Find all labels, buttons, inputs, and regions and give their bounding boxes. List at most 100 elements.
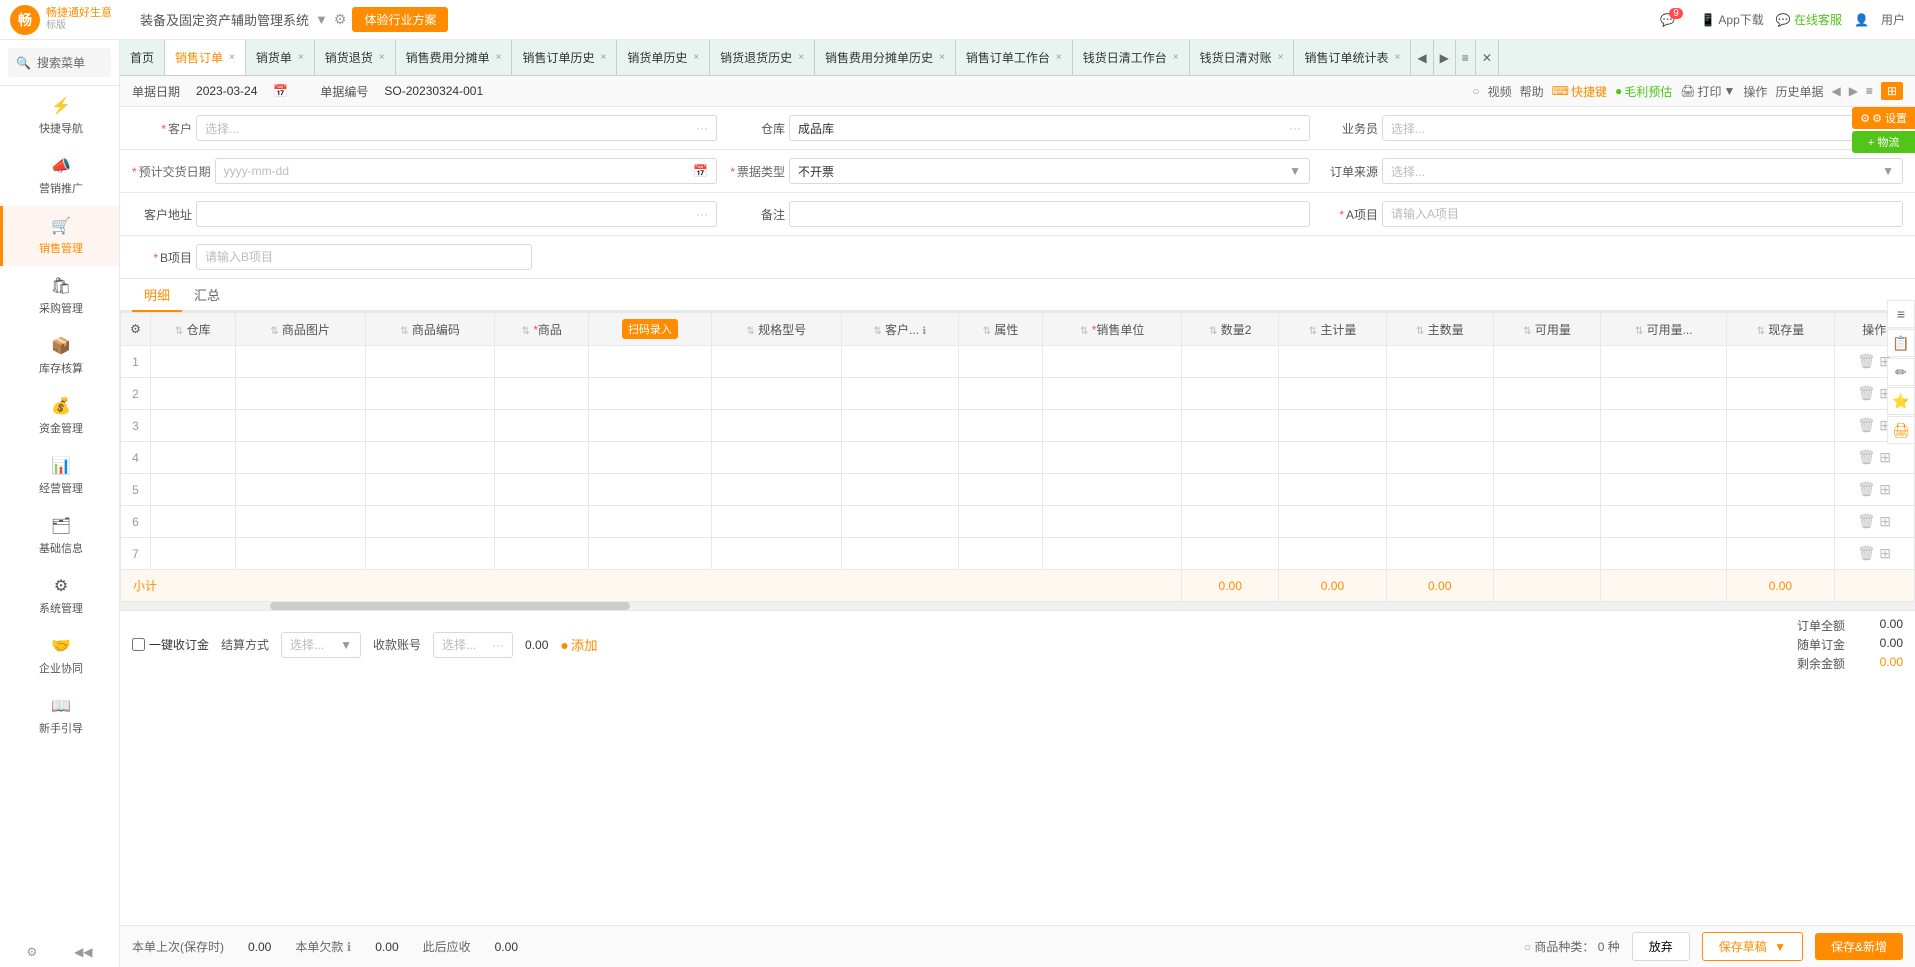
row-delete-btn[interactable]: 🗑	[1858, 417, 1876, 434]
tab-daily-account-close[interactable]: ×	[1278, 52, 1284, 63]
sidebar-item-sales[interactable]: 🛒 销售管理	[0, 206, 119, 266]
col-product[interactable]: ⇅ *商品	[495, 313, 588, 346]
print-btn[interactable]: 🖨 打印 ▼	[1680, 83, 1735, 100]
operate-btn[interactable]: 操作	[1743, 83, 1767, 100]
row-delete-btn[interactable]: 🗑	[1858, 385, 1876, 402]
col-image[interactable]: ⇅ 商品图片	[235, 313, 365, 346]
tab-stats-close[interactable]: ×	[1394, 52, 1400, 63]
add-item-btn[interactable]: ● 添加	[560, 635, 597, 654]
staff-input[interactable]: 选择... ···	[1382, 115, 1903, 141]
sidebar-item-marketing[interactable]: 📣 营销推广	[0, 146, 119, 206]
right-panel-btn-3[interactable]: ✏	[1887, 358, 1915, 386]
row-copy-btn[interactable]: ⊞	[1879, 545, 1891, 562]
search-menu-btn[interactable]: 🔍 搜索菜单	[8, 48, 111, 77]
col-available2[interactable]: ⇅ 可用量...	[1601, 313, 1727, 346]
row-copy-btn[interactable]: ⊞	[1879, 513, 1891, 530]
tab-sales-invoice[interactable]: 销货单 ×	[246, 40, 315, 76]
sidebar-collapse-icon[interactable]: ◀◀	[74, 945, 92, 959]
col-main-qty[interactable]: ⇅ 主数量	[1386, 313, 1493, 346]
tab-expand-btn[interactable]: ≡	[1456, 40, 1476, 76]
col-spec[interactable]: ⇅ 规格型号	[711, 313, 841, 346]
dropdown-icon[interactable]: ▼	[315, 12, 328, 27]
settings-float-btn[interactable]: ⚙ ⚙ 设置	[1852, 107, 1915, 129]
row-copy-btn[interactable]: ⊞	[1879, 449, 1891, 466]
nav-prev-icon[interactable]: ◀	[1831, 84, 1840, 98]
tab-expense-history-close[interactable]: ×	[939, 52, 945, 63]
scrollbar-thumb[interactable]	[270, 602, 630, 610]
card-view-btn[interactable]: ⊞	[1881, 82, 1903, 100]
col-unit[interactable]: ⇅ *销售单位	[1043, 313, 1182, 346]
quick-order-check[interactable]	[132, 638, 145, 651]
tab-daily-workbench-close[interactable]: ×	[1173, 52, 1179, 63]
warehouse-input[interactable]: 成品库 ···	[789, 115, 1310, 141]
row-delete-btn[interactable]: 🗑	[1858, 513, 1876, 530]
tab-expense-history[interactable]: 销售费用分摊单历史 ×	[815, 40, 956, 76]
col-code[interactable]: ⇅ 商品编码	[365, 313, 495, 346]
tab-daily-account[interactable]: 钱货日清对账 ×	[1190, 40, 1295, 76]
logistics-float-btn[interactable]: + 物流	[1852, 131, 1915, 153]
account-select[interactable]: 选择... ···	[433, 632, 513, 658]
tab-invoice-history[interactable]: 销货单历史 ×	[617, 40, 710, 76]
row-copy-btn[interactable]: ⊞	[1879, 481, 1891, 498]
table-scrollbar[interactable]	[120, 602, 1915, 610]
tab-return-history[interactable]: 销货退货历史 ×	[710, 40, 815, 76]
online-service-link[interactable]: 💬 在线客服	[1776, 11, 1842, 28]
address-input[interactable]: ···	[196, 201, 717, 227]
tab-expense-split[interactable]: 销售费用分摊单 ×	[396, 40, 513, 76]
customer-input[interactable]: 选择... ···	[196, 115, 717, 141]
user-label[interactable]: 用户	[1881, 11, 1905, 28]
invoice-select[interactable]: 不开票 ▼	[789, 158, 1310, 184]
tab-sales-invoice-close[interactable]: ×	[298, 52, 304, 63]
delivery-date-input[interactable]: yyyy-mm-dd 📅	[215, 158, 717, 184]
col-available[interactable]: ⇅ 可用量	[1493, 313, 1600, 346]
settings-icon[interactable]: ⚙	[334, 11, 347, 28]
save-draft-btn[interactable]: 保存草稿 ▼	[1702, 932, 1803, 961]
col-customer-field[interactable]: ⇅ 客户... ℹ	[841, 313, 958, 346]
sidebar-item-enterprise[interactable]: 🤝 企业协同	[0, 626, 119, 686]
right-panel-btn-1[interactable]: ≡	[1887, 300, 1915, 328]
save-new-btn[interactable]: 保存&新增	[1815, 933, 1903, 960]
sidebar-item-base-info[interactable]: 🗂 基础信息	[0, 506, 119, 566]
tab-order-history-close[interactable]: ×	[600, 52, 606, 63]
right-panel-btn-5[interactable]: 🖨	[1887, 416, 1915, 444]
sidebar-item-quick-nav[interactable]: ⚡ 快捷导航	[0, 86, 119, 146]
calendar2-icon[interactable]: 📅	[693, 164, 708, 178]
tab-sales-order-close[interactable]: ×	[229, 52, 235, 63]
sidebar-item-inventory[interactable]: 📦 库存核算	[0, 326, 119, 386]
tab-sales-return[interactable]: 销货退货 ×	[315, 40, 396, 76]
remark-input[interactable]	[789, 201, 1310, 227]
row-delete-btn[interactable]: 🗑	[1858, 481, 1876, 498]
payment-method-select[interactable]: 选择... ▼	[281, 632, 361, 658]
col-main-unit[interactable]: ⇅ 主计量	[1279, 313, 1386, 346]
row-delete-btn[interactable]: 🗑	[1858, 545, 1876, 562]
a-project-input[interactable]: 请输入A项目	[1382, 201, 1903, 227]
detail-tab-detail[interactable]: 明细	[132, 279, 182, 312]
help-btn[interactable]: 帮助	[1520, 83, 1544, 100]
sidebar-item-guide[interactable]: 📖 新手引导	[0, 686, 119, 746]
col-attr[interactable]: ⇅ 属性	[958, 313, 1043, 346]
tab-order-workbench-close[interactable]: ×	[1056, 52, 1062, 63]
list-view-btn[interactable]: ≡	[1866, 84, 1873, 98]
calendar-icon[interactable]: 📅	[273, 84, 288, 98]
quick-order-checkbox[interactable]: 一键收订金	[132, 636, 209, 653]
goods-count-icon[interactable]: ○	[1524, 940, 1531, 954]
tab-close-all-btn[interactable]: ✕	[1476, 40, 1499, 76]
tab-stats[interactable]: 销售订单统计表 ×	[1294, 40, 1411, 76]
tab-sales-return-close[interactable]: ×	[379, 52, 385, 63]
app-download-link[interactable]: 📱 App下载	[1701, 11, 1764, 28]
tab-prev-btn[interactable]: ◀	[1411, 40, 1433, 76]
detail-tab-summary[interactable]: 汇总	[182, 279, 232, 312]
tab-order-workbench[interactable]: 销售订单工作台 ×	[956, 40, 1073, 76]
user-icon[interactable]: 👤	[1854, 13, 1869, 27]
tab-invoice-history-close[interactable]: ×	[693, 52, 699, 63]
sidebar-item-purchase[interactable]: 🛍 采购管理	[0, 266, 119, 326]
credit-info-icon[interactable]: ℹ	[347, 940, 352, 954]
right-panel-btn-2[interactable]: 📋	[1887, 329, 1915, 357]
discard-btn[interactable]: 放弃	[1632, 932, 1690, 961]
col-warehouse[interactable]: ⇅ 仓库	[151, 313, 236, 346]
tab-expense-split-close[interactable]: ×	[496, 52, 502, 63]
nav-next-icon[interactable]: ▶	[1849, 84, 1858, 98]
tab-daily-workbench[interactable]: 钱货日清工作台 ×	[1073, 40, 1190, 76]
col-current[interactable]: ⇅ 现存量	[1727, 313, 1834, 346]
tab-sales-order[interactable]: 销售订单 ×	[165, 40, 246, 76]
